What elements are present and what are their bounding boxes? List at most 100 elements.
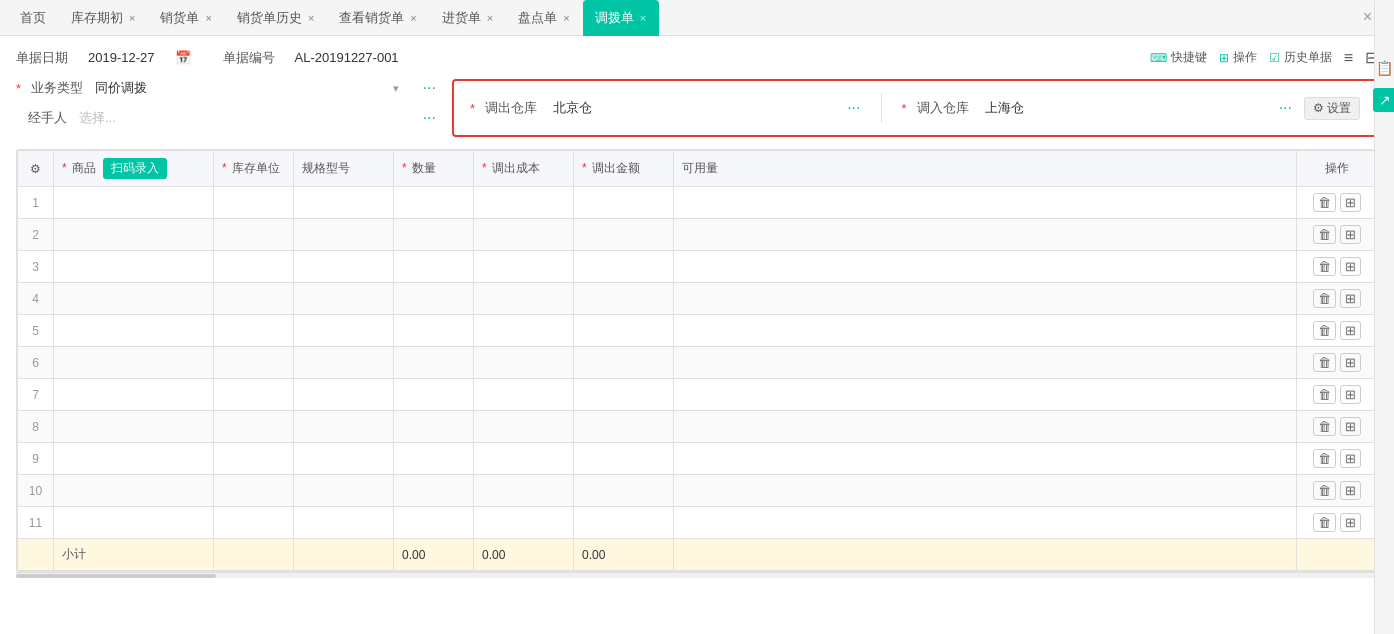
qty-cell[interactable] bbox=[394, 219, 474, 251]
qty-cell[interactable] bbox=[394, 251, 474, 283]
copy-row-btn[interactable]: ⊞ bbox=[1340, 385, 1361, 404]
copy-row-btn[interactable]: ⊞ bbox=[1340, 417, 1361, 436]
amount-cell[interactable] bbox=[574, 443, 674, 475]
unit-cell[interactable] bbox=[214, 379, 294, 411]
settings-button[interactable]: ⚙ 设置 bbox=[1304, 97, 1360, 120]
tab-close-inventory-init[interactable]: × bbox=[129, 12, 135, 24]
business-type-more-btn[interactable]: ··· bbox=[423, 79, 436, 97]
product-cell[interactable] bbox=[54, 219, 214, 251]
gear-header-icon[interactable]: ⚙ bbox=[30, 162, 41, 176]
product-cell[interactable] bbox=[54, 347, 214, 379]
product-cell[interactable] bbox=[54, 411, 214, 443]
tab-close-purchase-order[interactable]: × bbox=[487, 12, 493, 24]
out-warehouse-more-btn[interactable]: ··· bbox=[847, 99, 860, 117]
copy-row-btn[interactable]: ⊞ bbox=[1340, 481, 1361, 500]
qty-cell[interactable] bbox=[394, 411, 474, 443]
copy-row-btn[interactable]: ⊞ bbox=[1340, 449, 1361, 468]
amount-cell[interactable] bbox=[574, 187, 674, 219]
qty-cell[interactable] bbox=[394, 347, 474, 379]
history-action[interactable]: ☑ 历史单据 bbox=[1269, 49, 1332, 66]
spec-cell[interactable] bbox=[294, 187, 394, 219]
copy-row-btn[interactable]: ⊞ bbox=[1340, 193, 1361, 212]
copy-row-btn[interactable]: ⊞ bbox=[1340, 289, 1361, 308]
qty-cell[interactable] bbox=[394, 187, 474, 219]
tab-sales-order[interactable]: 销货单 × bbox=[148, 0, 224, 36]
copy-row-btn[interactable]: ⊞ bbox=[1340, 513, 1361, 532]
delete-row-btn[interactable]: 🗑 bbox=[1313, 321, 1336, 340]
out-warehouse-value[interactable]: 北京仓 bbox=[553, 99, 592, 117]
delete-row-btn[interactable]: 🗑 bbox=[1313, 225, 1336, 244]
sidebar-doc-icon[interactable]: 📋 bbox=[1376, 60, 1393, 76]
scrollbar-thumb[interactable] bbox=[16, 574, 216, 578]
tab-close-inventory-check[interactable]: × bbox=[563, 12, 569, 24]
delete-row-btn[interactable]: 🗑 bbox=[1313, 449, 1336, 468]
tab-inventory-init[interactable]: 库存期初 × bbox=[59, 0, 148, 36]
cost-cell[interactable] bbox=[474, 315, 574, 347]
in-warehouse-more-btn[interactable]: ··· bbox=[1279, 99, 1292, 117]
delete-row-btn[interactable]: 🗑 bbox=[1313, 193, 1336, 212]
tab-sales-history[interactable]: 销货单历史 × bbox=[225, 0, 327, 36]
amount-cell[interactable] bbox=[574, 475, 674, 507]
qty-cell[interactable] bbox=[394, 379, 474, 411]
cost-cell[interactable] bbox=[474, 219, 574, 251]
product-cell[interactable] bbox=[54, 187, 214, 219]
tab-transfer-order[interactable]: 调拨单 × bbox=[583, 0, 659, 36]
calendar-icon[interactable]: 📅 bbox=[175, 50, 191, 65]
spec-cell[interactable] bbox=[294, 315, 394, 347]
sidebar-export-icon[interactable]: ↗ bbox=[1373, 88, 1395, 112]
product-cell[interactable] bbox=[54, 475, 214, 507]
spec-cell[interactable] bbox=[294, 219, 394, 251]
spec-cell[interactable] bbox=[294, 379, 394, 411]
cost-cell[interactable] bbox=[474, 475, 574, 507]
unit-cell[interactable] bbox=[214, 315, 294, 347]
amount-cell[interactable] bbox=[574, 219, 674, 251]
unit-cell[interactable] bbox=[214, 507, 294, 539]
delete-row-btn[interactable]: 🗑 bbox=[1313, 353, 1336, 372]
unit-cell[interactable] bbox=[214, 187, 294, 219]
tab-close-sales-history[interactable]: × bbox=[308, 12, 314, 24]
unit-cell[interactable] bbox=[214, 283, 294, 315]
tab-close-view-sales[interactable]: × bbox=[410, 12, 416, 24]
delete-row-btn[interactable]: 🗑 bbox=[1313, 289, 1336, 308]
unit-cell[interactable] bbox=[214, 347, 294, 379]
amount-cell[interactable] bbox=[574, 347, 674, 379]
product-cell[interactable] bbox=[54, 379, 214, 411]
cost-cell[interactable] bbox=[474, 411, 574, 443]
spec-cell[interactable] bbox=[294, 475, 394, 507]
tab-purchase-order[interactable]: 进货单 × bbox=[430, 0, 506, 36]
delete-row-btn[interactable]: 🗑 bbox=[1313, 417, 1336, 436]
warehouse-settings[interactable]: ⚙ 设置 bbox=[1304, 97, 1360, 120]
spec-cell[interactable] bbox=[294, 251, 394, 283]
shortcuts-action[interactable]: ⌨ 快捷键 bbox=[1150, 49, 1207, 66]
qty-cell[interactable] bbox=[394, 315, 474, 347]
amount-cell[interactable] bbox=[574, 315, 674, 347]
window-close-button[interactable]: × bbox=[1363, 8, 1372, 26]
copy-row-btn[interactable]: ⊞ bbox=[1340, 225, 1361, 244]
tab-home[interactable]: 首页 bbox=[8, 0, 59, 36]
copy-row-btn[interactable]: ⊞ bbox=[1340, 321, 1361, 340]
qty-cell[interactable] bbox=[394, 283, 474, 315]
spec-cell[interactable] bbox=[294, 507, 394, 539]
cost-cell[interactable] bbox=[474, 443, 574, 475]
product-cell[interactable] bbox=[54, 443, 214, 475]
business-type-dropdown[interactable]: 同价调拨 ▾ bbox=[95, 79, 407, 97]
delete-row-btn[interactable]: 🗑 bbox=[1313, 513, 1336, 532]
handler-placeholder[interactable]: 选择... bbox=[79, 109, 407, 127]
tab-view-sales[interactable]: 查看销货单 × bbox=[327, 0, 429, 36]
unit-cell[interactable] bbox=[214, 411, 294, 443]
cost-cell[interactable] bbox=[474, 379, 574, 411]
amount-cell[interactable] bbox=[574, 411, 674, 443]
copy-row-btn[interactable]: ⊞ bbox=[1340, 353, 1361, 372]
unit-cell[interactable] bbox=[214, 475, 294, 507]
cost-cell[interactable] bbox=[474, 187, 574, 219]
product-cell[interactable] bbox=[54, 507, 214, 539]
spec-cell[interactable] bbox=[294, 347, 394, 379]
unit-cell[interactable] bbox=[214, 219, 294, 251]
spec-cell[interactable] bbox=[294, 443, 394, 475]
amount-cell[interactable] bbox=[574, 283, 674, 315]
cost-cell[interactable] bbox=[474, 347, 574, 379]
scan-input-button[interactable]: 扫码录入 bbox=[103, 158, 167, 179]
qty-cell[interactable] bbox=[394, 507, 474, 539]
copy-row-btn[interactable]: ⊞ bbox=[1340, 257, 1361, 276]
delete-row-btn[interactable]: 🗑 bbox=[1313, 385, 1336, 404]
